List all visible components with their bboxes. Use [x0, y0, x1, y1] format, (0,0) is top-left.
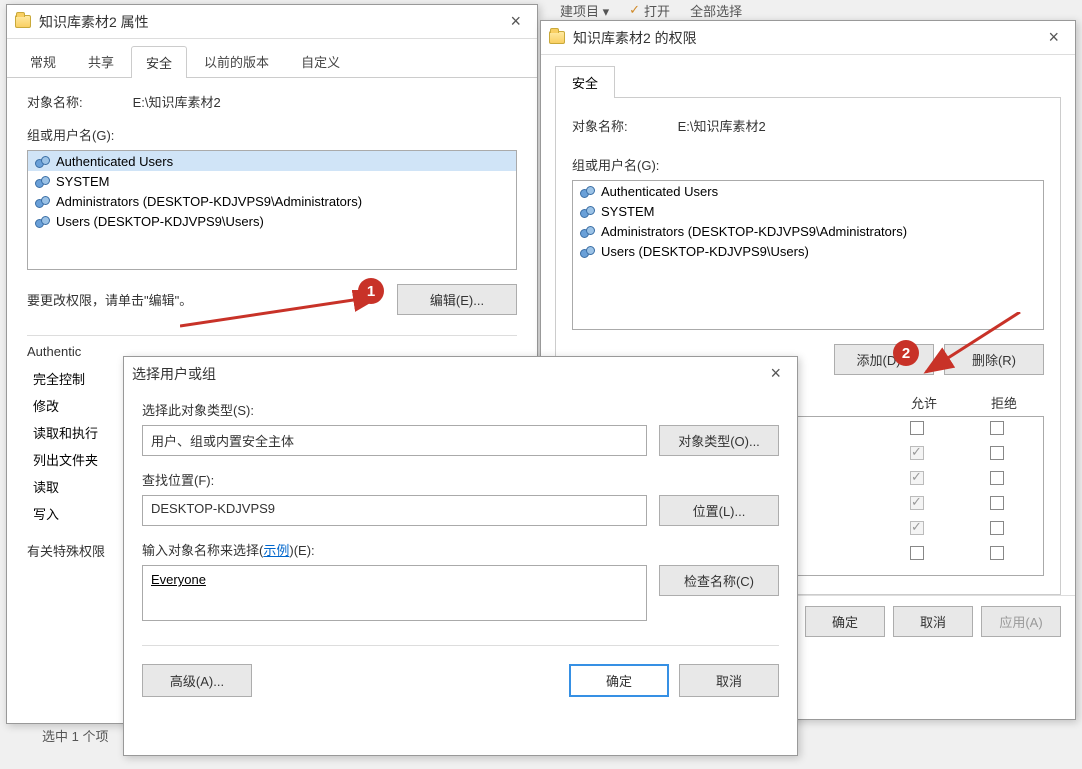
- object-type-label: 选择此对象类型(S):: [142, 400, 779, 419]
- object-name-value: E:\知识库素材2: [678, 116, 766, 135]
- deny-checkbox[interactable]: [990, 471, 1004, 485]
- close-icon[interactable]: ×: [502, 11, 529, 32]
- select-user-dialog: 选择用户或组 × 选择此对象类型(S): 用户、组或内置安全主体 对象类型(O)…: [123, 356, 798, 756]
- advanced-button[interactable]: 高级(A)...: [142, 664, 252, 697]
- examples-link[interactable]: 示例: [263, 543, 289, 558]
- allow-checkbox: [910, 521, 924, 535]
- allow-checkbox[interactable]: [910, 546, 924, 560]
- users-icon: [579, 183, 595, 199]
- location-field: DESKTOP-KDJVPS9: [142, 495, 647, 526]
- permissions-titlebar: 知识库素材2 的权限 ×: [541, 21, 1075, 55]
- statusbar-selection: 选中 1 个项: [42, 726, 108, 745]
- add-button[interactable]: 添加(D)...: [834, 344, 934, 375]
- edit-hint: 要更改权限，请单击"编辑"。: [27, 290, 192, 309]
- deny-checkbox[interactable]: [990, 546, 1004, 560]
- deny-checkbox[interactable]: [990, 521, 1004, 535]
- users-icon: [34, 193, 50, 209]
- remove-button[interactable]: 删除(R): [944, 344, 1044, 375]
- deny-checkbox[interactable]: [990, 446, 1004, 460]
- cancel-button[interactable]: 取消: [679, 664, 779, 697]
- users-icon: [34, 173, 50, 189]
- list-item[interactable]: Administrators (DESKTOP-KDJVPS9\Administ…: [28, 191, 516, 211]
- cancel-button[interactable]: 取消: [893, 606, 973, 637]
- tab-security[interactable]: 安全: [131, 46, 187, 78]
- apply-button[interactable]: 应用(A): [981, 606, 1061, 637]
- properties-titlebar: 知识库素材2 属性 ×: [7, 5, 537, 39]
- select-user-titlebar: 选择用户或组 ×: [124, 357, 797, 390]
- allow-checkbox: [910, 471, 924, 485]
- group-users-list[interactable]: Authenticated Users SYSTEM Administrator…: [27, 150, 517, 270]
- object-names-label: 输入对象名称来选择(示例)(E):: [142, 540, 779, 559]
- users-icon: [579, 223, 595, 239]
- list-item[interactable]: Authenticated Users: [573, 181, 1043, 201]
- folder-icon: [549, 31, 565, 44]
- object-name-label: 对象名称:: [572, 116, 628, 135]
- tab-previous-versions[interactable]: 以前的版本: [189, 45, 284, 77]
- group-users-label: 组或用户名(G):: [572, 155, 1044, 174]
- users-icon: [579, 203, 595, 219]
- group-users-list[interactable]: Authenticated Users SYSTEM Administrator…: [572, 180, 1044, 330]
- deny-checkbox[interactable]: [990, 496, 1004, 510]
- folder-icon: [15, 15, 31, 28]
- group-users-label: 组或用户名(G):: [27, 125, 517, 144]
- deny-header: 拒绝: [964, 393, 1044, 412]
- allow-checkbox: [910, 496, 924, 510]
- deny-checkbox[interactable]: [990, 421, 1004, 435]
- close-icon[interactable]: ×: [762, 363, 789, 384]
- ok-button[interactable]: 确定: [805, 606, 885, 637]
- tab-security[interactable]: 安全: [555, 66, 615, 98]
- users-icon: [34, 213, 50, 229]
- object-name-value: E:\知识库素材2: [133, 92, 221, 111]
- locations-button[interactable]: 位置(L)...: [659, 495, 779, 526]
- location-label: 查找位置(F):: [142, 470, 779, 489]
- object-types-button[interactable]: 对象类型(O)...: [659, 425, 779, 456]
- list-item[interactable]: SYSTEM: [28, 171, 516, 191]
- list-item[interactable]: Authenticated Users: [28, 151, 516, 171]
- users-icon: [34, 153, 50, 169]
- allow-checkbox: [910, 446, 924, 460]
- ok-button[interactable]: 确定: [569, 664, 669, 697]
- select-user-title: 选择用户或组: [132, 364, 762, 384]
- object-type-field: 用户、组或内置安全主体: [142, 425, 647, 456]
- properties-tabs: 常规 共享 安全 以前的版本 自定义: [7, 39, 537, 78]
- object-names-input[interactable]: Everyone: [142, 565, 647, 621]
- edit-button[interactable]: 编辑(E)...: [397, 284, 517, 315]
- tab-sharing[interactable]: 共享: [73, 45, 129, 77]
- allow-header: 允许: [884, 393, 964, 412]
- list-item[interactable]: Users (DESKTOP-KDJVPS9\Users): [573, 241, 1043, 261]
- object-name-label: 对象名称:: [27, 92, 83, 111]
- list-item[interactable]: SYSTEM: [573, 201, 1043, 221]
- list-item[interactable]: Users (DESKTOP-KDJVPS9\Users): [28, 211, 516, 231]
- check-names-button[interactable]: 检查名称(C): [659, 565, 779, 596]
- tab-general[interactable]: 常规: [15, 45, 71, 77]
- tab-customize[interactable]: 自定义: [286, 45, 355, 77]
- allow-checkbox[interactable]: [910, 421, 924, 435]
- users-icon: [579, 243, 595, 259]
- properties-title: 知识库素材2 属性: [39, 12, 502, 32]
- list-item[interactable]: Administrators (DESKTOP-KDJVPS9\Administ…: [573, 221, 1043, 241]
- close-icon[interactable]: ×: [1040, 27, 1067, 48]
- permissions-title: 知识库素材2 的权限: [573, 28, 1040, 48]
